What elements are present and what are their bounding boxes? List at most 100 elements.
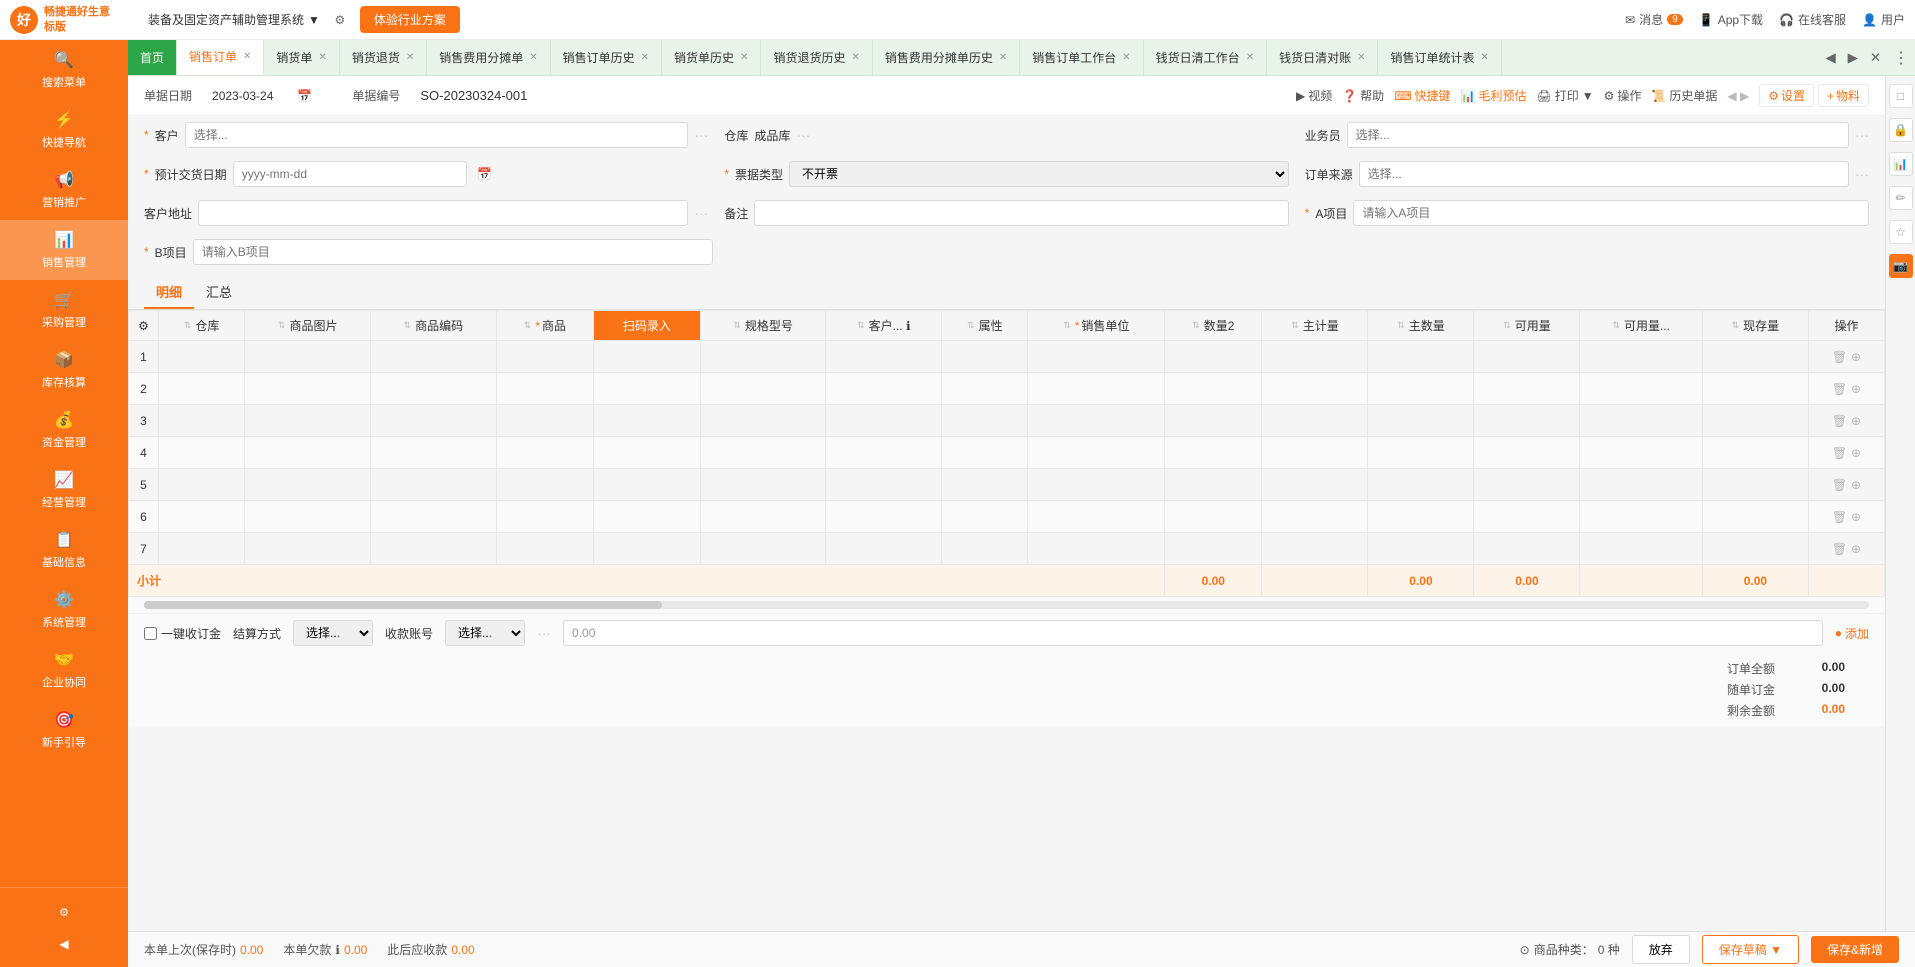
sidebar-item-quicknav[interactable]: ⚡ 快捷导航: [0, 100, 128, 160]
col-settings[interactable]: ⚙: [129, 311, 159, 341]
amount-input[interactable]: [563, 620, 1823, 646]
sidebar-item-purchase[interactable]: 🛒 采购管理: [0, 280, 128, 340]
row-delete-btn-6[interactable]: 🗑: [1832, 510, 1847, 524]
row-delete-btn-5[interactable]: 🗑: [1832, 478, 1847, 492]
row-delete-btn-2[interactable]: 🗑: [1832, 382, 1847, 396]
tab-sales-return[interactable]: 销货退货 ✕: [340, 40, 427, 75]
sidebar-settings-icon[interactable]: ⚙: [0, 896, 128, 929]
staff-dots-btn[interactable]: ···: [1855, 127, 1869, 143]
tab-order-stats[interactable]: 销售订单统计表 ✕: [1378, 40, 1501, 75]
row-copy-btn-3[interactable]: ⊕: [1851, 414, 1861, 428]
row-copy-btn-1[interactable]: ⊕: [1851, 350, 1861, 364]
operation-btn[interactable]: ⚙ 操作: [1604, 87, 1642, 104]
staff-input[interactable]: [1347, 122, 1849, 148]
tab-slip-history-close[interactable]: ✕: [740, 52, 748, 63]
tab-sales-slip[interactable]: 销货单 ✕: [264, 40, 339, 75]
delivery-input[interactable]: [233, 161, 467, 187]
row-copy-btn-6[interactable]: ⊕: [1851, 510, 1861, 524]
tab-fee-history-close[interactable]: ✕: [999, 52, 1007, 63]
right-icon-4[interactable]: ✏: [1889, 186, 1913, 210]
tab-return-history-close[interactable]: ✕: [851, 52, 859, 63]
tab-slip-history[interactable]: 销货单历史 ✕: [662, 40, 761, 75]
right-icon-1[interactable]: □: [1889, 84, 1913, 108]
message-btn[interactable]: ✉ 消息 9: [1625, 11, 1683, 28]
one-click-checkbox[interactable]: 一键收订金: [144, 625, 221, 642]
date-value[interactable]: 2023-03-24: [212, 89, 273, 103]
row-copy-btn-2[interactable]: ⊕: [1851, 382, 1861, 396]
row-copy-btn-7[interactable]: ⊕: [1851, 542, 1861, 556]
view-btn[interactable]: ▶ 视频: [1296, 87, 1332, 104]
tab-cash-workbench[interactable]: 钱货日清工作台 ✕: [1144, 40, 1267, 75]
address-input[interactable]: [198, 200, 688, 226]
print-btn[interactable]: 🖨 打印 ▼: [1537, 87, 1594, 104]
sidebar-item-guide[interactable]: 🎯 新手引导: [0, 700, 128, 760]
help-btn[interactable]: ❓ 帮助: [1342, 87, 1384, 104]
note-input[interactable]: [754, 200, 1288, 226]
detail-tab-items[interactable]: 明细: [144, 276, 194, 309]
tab-order-workbench-close[interactable]: ✕: [1122, 52, 1130, 63]
sidebar-item-inventory[interactable]: 📦 库存核算: [0, 340, 128, 400]
account-dots-btn[interactable]: ···: [537, 625, 551, 641]
account-select[interactable]: 选择...: [445, 620, 525, 646]
add-btn[interactable]: ● 添加: [1835, 625, 1869, 642]
online-support-btn[interactable]: 🎧 在线客服: [1779, 11, 1846, 28]
system-name-dropdown[interactable]: 装备及固定资产辅助管理系统 ▼: [148, 11, 320, 28]
row-delete-btn-7[interactable]: 🗑: [1832, 542, 1847, 556]
shortcut-btn[interactable]: ⌨ 快捷键: [1394, 87, 1450, 104]
payment-select[interactable]: 选择...: [293, 620, 373, 646]
tab-cash-workbench-close[interactable]: ✕: [1246, 52, 1254, 63]
project-a-input[interactable]: [1353, 200, 1869, 226]
right-icon-6[interactable]: 📷: [1889, 254, 1913, 278]
row-delete-btn-3[interactable]: 🗑: [1832, 414, 1847, 428]
tab-next-btn[interactable]: ▶: [1842, 50, 1864, 66]
sidebar-collapse-btn[interactable]: ◀: [0, 929, 128, 959]
sidebar-item-collab[interactable]: 🤝 企业协同: [0, 640, 128, 700]
tab-sales-order-close[interactable]: ✕: [243, 51, 251, 62]
tab-sales-fee-close[interactable]: ✕: [529, 52, 537, 63]
tab-cash-reconcile[interactable]: 钱货日清对账 ✕: [1267, 40, 1378, 75]
tab-close-all-btn[interactable]: ✕: [1864, 50, 1887, 66]
tab-order-history[interactable]: 销售订单历史 ✕: [551, 40, 662, 75]
sidebar-item-basics[interactable]: 📋 基础信息: [0, 520, 128, 580]
calendar-icon[interactable]: 📅: [297, 89, 312, 103]
tab-sales-order[interactable]: 销售订单 ✕: [177, 40, 264, 75]
tab-menu-btn[interactable]: ⋮: [1887, 48, 1915, 68]
order-source-input[interactable]: [1359, 161, 1849, 187]
add-item-btn[interactable]: + 物料: [1818, 84, 1869, 107]
tab-sales-fee[interactable]: 销售费用分摊单 ✕: [427, 40, 550, 75]
sidebar-item-marketing[interactable]: 📢 营销推广: [0, 160, 128, 220]
sidebar-item-finance[interactable]: 💰 资金管理: [0, 400, 128, 460]
sidebar-item-system[interactable]: ⚙️ 系统管理: [0, 580, 128, 640]
industry-btn[interactable]: 体验行业方案: [360, 6, 460, 33]
user-btn[interactable]: 👤 用户: [1862, 11, 1905, 28]
sidebar-item-search[interactable]: 🔍 搜索菜单: [0, 40, 128, 100]
row-delete-btn-1[interactable]: 🗑: [1832, 350, 1847, 364]
save-draft-arrow[interactable]: ▼: [1770, 943, 1782, 957]
tab-return-history[interactable]: 销货退货历史 ✕: [761, 40, 872, 75]
row-copy-btn-4[interactable]: ⊕: [1851, 446, 1861, 460]
warehouse-dots-btn[interactable]: ···: [796, 127, 810, 143]
tab-fee-history[interactable]: 销售费用分摊单历史 ✕: [873, 40, 1020, 75]
horizontal-scrollbar[interactable]: [128, 597, 1885, 613]
tab-cash-reconcile-close[interactable]: ✕: [1357, 52, 1365, 63]
tab-sales-slip-close[interactable]: ✕: [318, 52, 326, 63]
customer-dots-btn[interactable]: ···: [694, 127, 708, 143]
settings-btn[interactable]: ⚙ 设置: [1759, 84, 1814, 107]
right-icon-5[interactable]: ☆: [1889, 220, 1913, 244]
profit-btn[interactable]: 📊 毛利预估: [1461, 87, 1527, 104]
project-b-input[interactable]: [193, 239, 714, 265]
history-btn[interactable]: 📜 历史单据: [1651, 87, 1717, 104]
tab-order-history-close[interactable]: ✕: [641, 52, 649, 63]
sidebar-item-operations[interactable]: 📈 经营管理: [0, 460, 128, 520]
delivery-cal-icon[interactable]: 📅: [477, 167, 492, 181]
right-icon-2[interactable]: 🔒: [1889, 118, 1913, 142]
tab-order-stats-close[interactable]: ✕: [1481, 52, 1489, 63]
app-download-btn[interactable]: 📱 App下载: [1699, 11, 1763, 28]
customer-input[interactable]: [185, 122, 689, 148]
discard-btn[interactable]: 放弃: [1632, 935, 1690, 964]
col-scan[interactable]: 扫码录入: [594, 311, 701, 341]
save-draft-btn[interactable]: 保存草稿 ▼: [1702, 935, 1799, 964]
row-delete-btn-4[interactable]: 🗑: [1832, 446, 1847, 460]
tab-prev-btn[interactable]: ◀: [1819, 50, 1841, 66]
right-icon-3[interactable]: 📊: [1889, 152, 1913, 176]
